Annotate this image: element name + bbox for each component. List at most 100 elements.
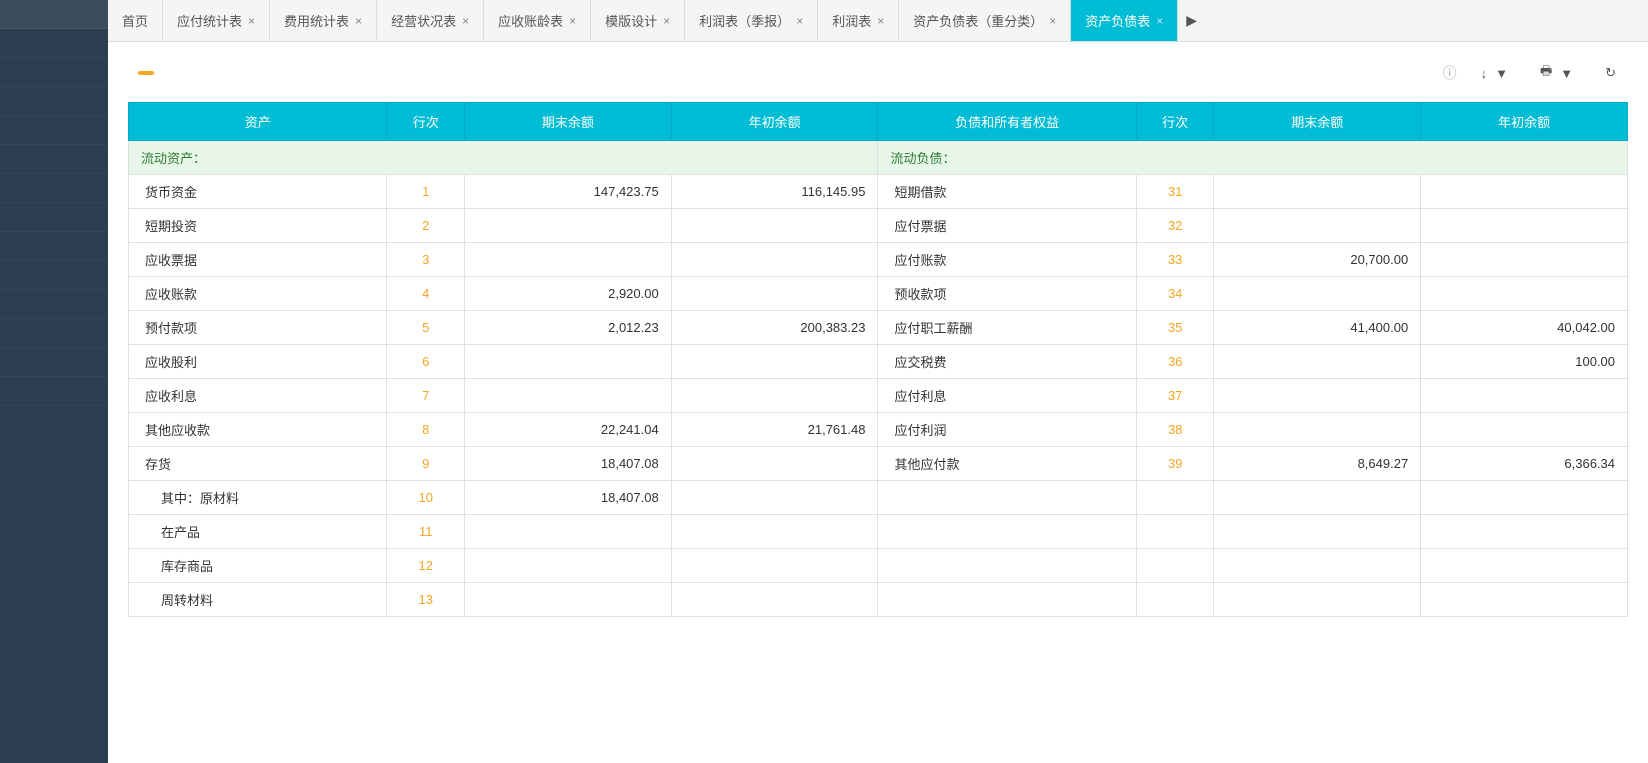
left-end-balance-10[interactable] [464, 515, 671, 549]
right-item-2[interactable]: 应付账款 [878, 243, 1136, 277]
right-begin-balance-4[interactable]: 40,042.00 [1421, 311, 1628, 345]
close-tab-profit-quarterly[interactable]: × [796, 14, 803, 28]
close-tab-payable-stats[interactable]: × [248, 14, 255, 28]
left-begin-balance-9[interactable] [671, 481, 878, 515]
no-classify-toggle[interactable]: ⓘ [1439, 63, 1457, 83]
right-end-balance-2[interactable]: 20,700.00 [1214, 243, 1421, 277]
close-tab-template-design[interactable]: × [663, 14, 670, 28]
right-item-10[interactable] [878, 515, 1136, 549]
left-item-2[interactable]: 应收票据 [129, 243, 387, 277]
sidebar-item-ticket[interactable] [0, 174, 108, 203]
right-begin-balance-8[interactable]: 6,366.34 [1421, 447, 1628, 481]
left-begin-balance-3[interactable] [671, 277, 878, 311]
left-begin-balance-0[interactable]: 116,145.95 [671, 175, 878, 209]
left-item-4[interactable]: 预付款项 [129, 311, 387, 345]
right-begin-balance-11[interactable] [1421, 549, 1628, 583]
left-end-balance-3[interactable]: 2,920.00 [464, 277, 671, 311]
right-end-balance-9[interactable] [1214, 481, 1421, 515]
tab-balance-sheet[interactable]: 资产负债表 × [1071, 0, 1178, 42]
left-end-balance-5[interactable] [464, 345, 671, 379]
left-end-balance-4[interactable]: 2,012.23 [464, 311, 671, 345]
left-end-balance-12[interactable] [464, 583, 671, 617]
tab-receivable-age[interactable]: 应收账龄表 × [484, 0, 591, 42]
left-item-0[interactable]: 货币资金 [129, 175, 387, 209]
right-end-balance-4[interactable]: 41,400.00 [1214, 311, 1421, 345]
right-item-4[interactable]: 应付职工薪酬 [878, 311, 1136, 345]
tab-payable-stats[interactable]: 应付统计表 × [163, 0, 270, 42]
sidebar-item-expense[interactable] [0, 319, 108, 348]
right-item-11[interactable] [878, 549, 1136, 583]
sidebar-item-home[interactable] [0, 0, 108, 29]
left-begin-balance-5[interactable] [671, 345, 878, 379]
sidebar-item-report-center[interactable] [0, 58, 108, 87]
right-begin-balance-3[interactable] [1421, 277, 1628, 311]
sidebar-item-inventory[interactable] [0, 203, 108, 232]
sidebar-item-capital[interactable] [0, 145, 108, 174]
right-item-12[interactable] [878, 583, 1136, 617]
left-begin-balance-4[interactable]: 200,383.23 [671, 311, 878, 345]
close-tab-profit[interactable]: × [877, 14, 884, 28]
left-end-balance-9[interactable]: 18,407.08 [464, 481, 671, 515]
close-tab-expense-stats[interactable]: × [355, 14, 362, 28]
sidebar-item-archive[interactable] [0, 290, 108, 319]
right-begin-balance-5[interactable]: 100.00 [1421, 345, 1628, 379]
sidebar-item-account[interactable] [0, 29, 108, 58]
sidebar-item-affairs[interactable] [0, 232, 108, 261]
tab-arrow-right[interactable]: ▶ [1178, 12, 1205, 29]
right-begin-balance-7[interactable] [1421, 413, 1628, 447]
left-item-9[interactable]: 其中：原材料 [129, 481, 387, 515]
left-begin-balance-2[interactable] [671, 243, 878, 277]
right-item-5[interactable]: 应交税费 [878, 345, 1136, 379]
left-item-3[interactable]: 应收账款 [129, 277, 387, 311]
left-begin-balance-12[interactable] [671, 583, 878, 617]
left-item-10[interactable]: 在产品 [129, 515, 387, 549]
right-begin-balance-6[interactable] [1421, 379, 1628, 413]
tab-profit-quarterly[interactable]: 利润表（季报） × [685, 0, 818, 42]
right-begin-balance-10[interactable] [1421, 515, 1628, 549]
tab-template-design[interactable]: 模版设计 × [591, 0, 685, 42]
tab-balance-reclassify[interactable]: 资产负债表（重分类） × [899, 0, 1071, 42]
close-tab-balance-reclassify[interactable]: × [1049, 14, 1056, 28]
left-end-balance-8[interactable]: 18,407.08 [464, 447, 671, 481]
right-item-8[interactable]: 其他应付款 [878, 447, 1136, 481]
tab-profit[interactable]: 利润表 × [818, 0, 899, 42]
right-begin-balance-9[interactable] [1421, 481, 1628, 515]
left-end-balance-6[interactable] [464, 379, 671, 413]
sidebar-item-guide[interactable] [0, 377, 108, 406]
left-end-balance-1[interactable] [464, 209, 671, 243]
left-begin-balance-11[interactable] [671, 549, 878, 583]
left-end-balance-0[interactable]: 147,423.75 [464, 175, 671, 209]
right-end-balance-8[interactable]: 8,649.27 [1214, 447, 1421, 481]
left-item-5[interactable]: 应收股利 [129, 345, 387, 379]
download-button[interactable]: ↓ ▼ [1473, 62, 1516, 85]
sidebar-item-fixed-assets[interactable] [0, 116, 108, 145]
tab-home[interactable]: 首页 [108, 0, 163, 42]
right-item-7[interactable]: 应付利润 [878, 413, 1136, 447]
sidebar-item-ledger[interactable] [0, 261, 108, 290]
sidebar-item-settings[interactable] [0, 348, 108, 377]
right-begin-balance-12[interactable] [1421, 583, 1628, 617]
right-item-3[interactable]: 预收款项 [878, 277, 1136, 311]
right-end-balance-10[interactable] [1214, 515, 1421, 549]
refresh-button[interactable]: ↻ [1597, 61, 1628, 85]
close-tab-operation-status[interactable]: × [462, 14, 469, 28]
left-item-11[interactable]: 库存商品 [129, 549, 387, 583]
right-end-balance-5[interactable] [1214, 345, 1421, 379]
left-item-6[interactable]: 应收利息 [129, 379, 387, 413]
right-end-balance-11[interactable] [1214, 549, 1421, 583]
close-tab-receivable-age[interactable]: × [569, 14, 576, 28]
left-begin-balance-8[interactable] [671, 447, 878, 481]
tab-expense-stats[interactable]: 费用统计表 × [270, 0, 377, 42]
left-end-balance-2[interactable] [464, 243, 671, 277]
right-end-balance-0[interactable] [1214, 175, 1421, 209]
left-begin-balance-10[interactable] [671, 515, 878, 549]
left-begin-balance-6[interactable] [671, 379, 878, 413]
right-end-balance-7[interactable] [1214, 413, 1421, 447]
left-item-12[interactable]: 周转材料 [129, 583, 387, 617]
left-end-balance-11[interactable] [464, 549, 671, 583]
right-item-9[interactable] [878, 481, 1136, 515]
right-begin-balance-0[interactable] [1421, 175, 1628, 209]
right-item-1[interactable]: 应付票据 [878, 209, 1136, 243]
right-begin-balance-2[interactable] [1421, 243, 1628, 277]
print-button[interactable]: 🖶 ▼ [1532, 58, 1581, 88]
